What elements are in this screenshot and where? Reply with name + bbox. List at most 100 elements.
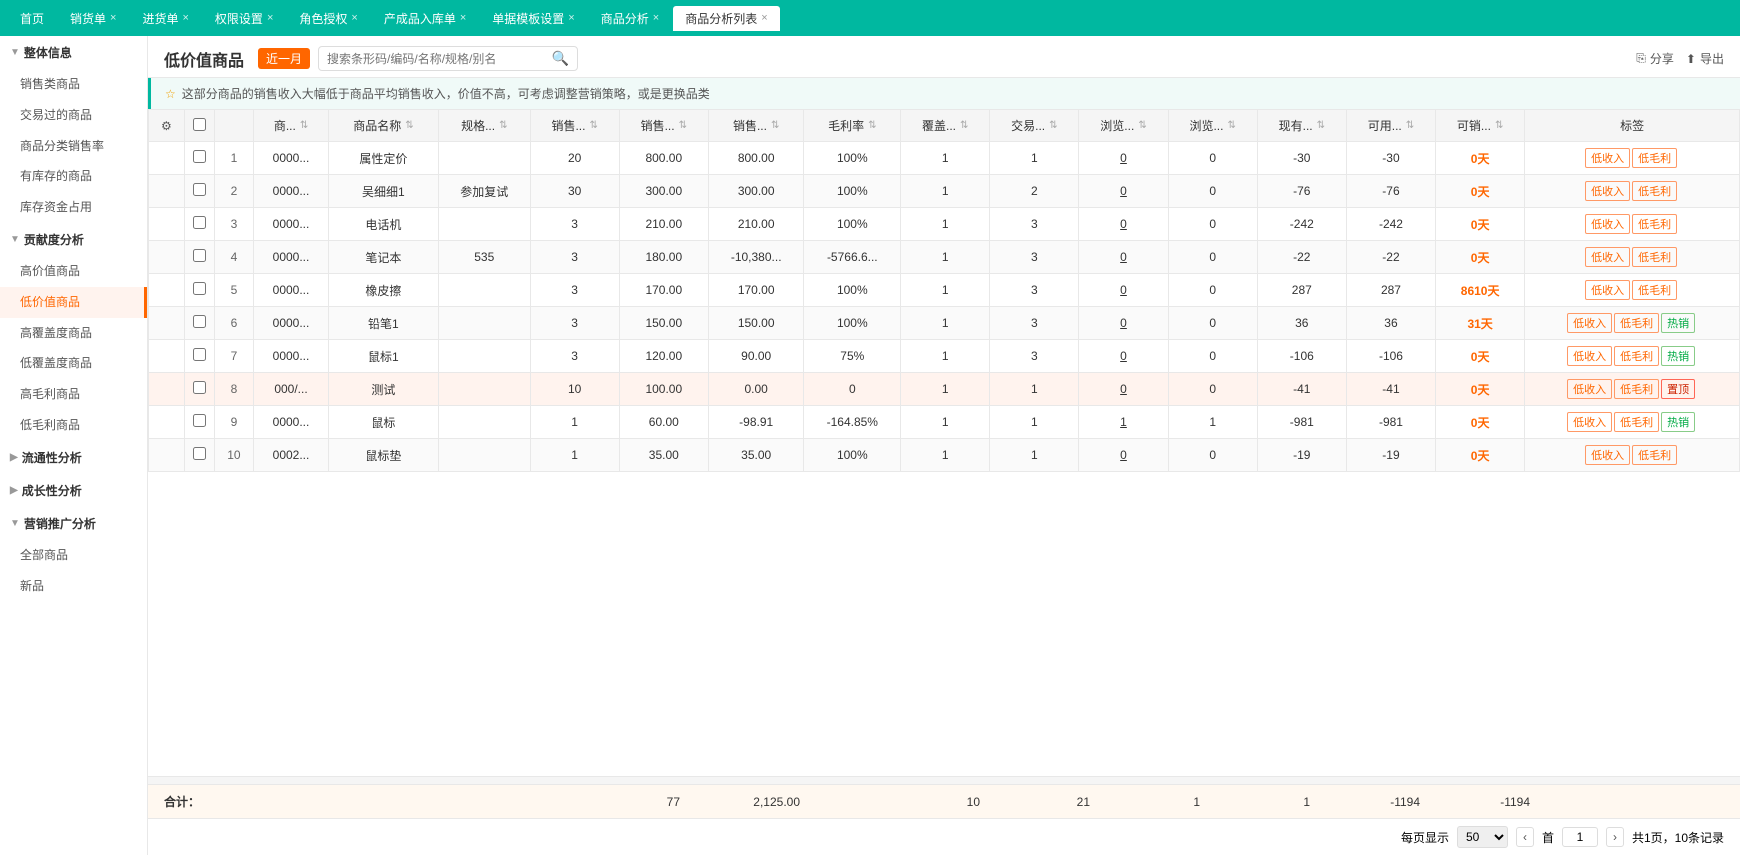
search-icon[interactable]: 🔍 — [552, 50, 569, 67]
sidebar-group-overall[interactable]: ▼ 整体信息 — [0, 36, 147, 69]
cell-checkbox[interactable] — [184, 406, 214, 439]
page-first-btn[interactable]: ‹ — [1516, 827, 1534, 847]
sidebar-item-low-value[interactable]: 低价值商品 — [0, 287, 147, 318]
row-checkbox-8[interactable] — [193, 414, 206, 427]
sidebar-item-traded[interactable]: 交易过的商品 — [0, 100, 147, 131]
row-checkbox-6[interactable] — [193, 348, 206, 361]
row-checkbox-1[interactable] — [193, 183, 206, 196]
browse1-link[interactable]: 0 — [1120, 316, 1127, 330]
cell-browse1[interactable]: 0 — [1079, 373, 1168, 406]
nav-warehouse[interactable]: 产成品入库单 × — [372, 6, 478, 31]
nav-home[interactable]: 首页 — [8, 6, 56, 31]
cell-browse1[interactable]: 0 — [1079, 142, 1168, 175]
col-sellable[interactable]: 可销...⇅ — [1436, 110, 1525, 142]
browse1-link[interactable]: 0 — [1120, 382, 1127, 396]
col-browse2[interactable]: 浏览...⇅ — [1168, 110, 1257, 142]
select-all-checkbox[interactable] — [193, 118, 206, 131]
browse1-link[interactable]: 0 — [1120, 349, 1127, 363]
sidebar-item-low-margin[interactable]: 低毛利商品 — [0, 410, 147, 441]
row-checkbox-5[interactable] — [193, 315, 206, 328]
settings-icon[interactable]: ⚙ — [161, 119, 172, 133]
nav-close-permission[interactable]: × — [267, 12, 273, 24]
browse1-link[interactable]: 0 — [1120, 151, 1127, 165]
browse1-link[interactable]: 0 — [1120, 283, 1127, 297]
sidebar-item-high-value[interactable]: 高价值商品 — [0, 256, 147, 287]
cell-browse1[interactable]: 0 — [1079, 208, 1168, 241]
share-btn[interactable]: ⎘ 分享 — [1636, 50, 1674, 67]
sidebar-item-new-products[interactable]: 新品 — [0, 571, 147, 602]
sidebar-group-contribution[interactable]: ▼ 贡献度分析 — [0, 223, 147, 256]
browse1-link[interactable]: 0 — [1120, 217, 1127, 231]
page-next-btn[interactable]: › — [1606, 827, 1624, 847]
row-checkbox-9[interactable] — [193, 447, 206, 460]
cell-checkbox[interactable] — [184, 142, 214, 175]
browse1-link[interactable]: 1 — [1120, 415, 1127, 429]
cell-browse1[interactable]: 0 — [1079, 241, 1168, 274]
cell-browse1[interactable]: 0 — [1079, 307, 1168, 340]
browse1-link[interactable]: 0 — [1120, 250, 1127, 264]
col-code[interactable]: 商...⇅ — [254, 110, 329, 142]
col-gross-margin[interactable]: 毛利率⇅ — [804, 110, 901, 142]
nav-sales[interactable]: 销货单 × — [58, 6, 128, 31]
sidebar-item-category-sales[interactable]: 商品分类销售率 — [0, 131, 147, 162]
cell-checkbox[interactable] — [184, 274, 214, 307]
cell-browse1[interactable]: 0 — [1079, 175, 1168, 208]
row-checkbox-2[interactable] — [193, 216, 206, 229]
sidebar-item-high-margin[interactable]: 高毛利商品 — [0, 379, 147, 410]
col-spec[interactable]: 规格...⇅ — [438, 110, 530, 142]
row-checkbox-0[interactable] — [193, 150, 206, 163]
nav-close-warehouse[interactable]: × — [460, 12, 466, 24]
sidebar-group-marketing[interactable]: ▼ 营销推广分析 — [0, 507, 147, 540]
cell-checkbox[interactable] — [184, 241, 214, 274]
sidebar-item-high-coverage[interactable]: 高覆盖度商品 — [0, 318, 147, 349]
page-input[interactable] — [1562, 827, 1598, 847]
col-transaction[interactable]: 交易...⇅ — [990, 110, 1079, 142]
col-sales-qty[interactable]: 销售...⇅ — [530, 110, 619, 142]
time-filter-btn[interactable]: 近一月 — [258, 48, 310, 69]
cell-checkbox[interactable] — [184, 307, 214, 340]
cell-checkbox[interactable] — [184, 175, 214, 208]
nav-close-template[interactable]: × — [568, 12, 574, 24]
nav-close-purchase[interactable]: × — [182, 12, 188, 24]
export-btn[interactable]: ⬆ 导出 — [1686, 50, 1724, 67]
cell-checkbox[interactable] — [184, 439, 214, 472]
col-browse1[interactable]: 浏览...⇅ — [1079, 110, 1168, 142]
cell-checkbox[interactable] — [184, 208, 214, 241]
nav-purchase[interactable]: 进货单 × — [130, 6, 200, 31]
sidebar-group-growth[interactable]: ▶ 成长性分析 — [0, 474, 147, 507]
row-checkbox-7[interactable] — [193, 381, 206, 394]
nav-permission[interactable]: 权限设置 × — [203, 6, 285, 31]
col-current-stock[interactable]: 现有...⇅ — [1257, 110, 1346, 142]
nav-product-analysis-list[interactable]: 商品分析列表 × — [673, 6, 779, 31]
sidebar-item-stock-products[interactable]: 有库存的商品 — [0, 161, 147, 192]
col-available[interactable]: 可用...⇅ — [1346, 110, 1435, 142]
browse1-link[interactable]: 0 — [1120, 184, 1127, 198]
nav-close-product-analysis[interactable]: × — [653, 12, 659, 24]
sidebar-group-circulation[interactable]: ▶ 流通性分析 — [0, 441, 147, 474]
cell-browse1[interactable]: 0 — [1079, 274, 1168, 307]
scrollbar[interactable] — [148, 776, 1740, 784]
cell-checkbox[interactable] — [184, 373, 214, 406]
nav-template[interactable]: 单据模板设置 × — [480, 6, 586, 31]
sidebar-item-sales-products[interactable]: 销售类商品 — [0, 69, 147, 100]
sidebar-item-low-coverage[interactable]: 低覆盖度商品 — [0, 348, 147, 379]
per-page-select[interactable]: 50 100 — [1457, 826, 1508, 848]
row-checkbox-4[interactable] — [193, 282, 206, 295]
col-coverage[interactable]: 覆盖...⇅ — [901, 110, 990, 142]
sidebar-item-stock-capital[interactable]: 库存资金占用 — [0, 192, 147, 223]
cell-checkbox[interactable] — [184, 340, 214, 373]
col-settings[interactable]: ⚙ — [149, 110, 185, 142]
col-name[interactable]: 商品名称⇅ — [328, 110, 438, 142]
col-checkbox[interactable] — [184, 110, 214, 142]
cell-browse1[interactable]: 0 — [1079, 340, 1168, 373]
table-container[interactable]: ⚙ 商...⇅ 商品名称⇅ 规格...⇅ — [148, 109, 1740, 776]
nav-role[interactable]: 角色授权 × — [287, 6, 369, 31]
nav-product-analysis[interactable]: 商品分析 × — [589, 6, 671, 31]
nav-close-role[interactable]: × — [351, 12, 357, 24]
col-sales-cost[interactable]: 销售...⇅ — [708, 110, 804, 142]
browse1-link[interactable]: 0 — [1120, 448, 1127, 462]
sidebar-item-all-products[interactable]: 全部商品 — [0, 540, 147, 571]
cell-browse1[interactable]: 1 — [1079, 406, 1168, 439]
nav-close-product-analysis-list[interactable]: × — [761, 12, 767, 24]
nav-close-sales[interactable]: × — [110, 12, 116, 24]
